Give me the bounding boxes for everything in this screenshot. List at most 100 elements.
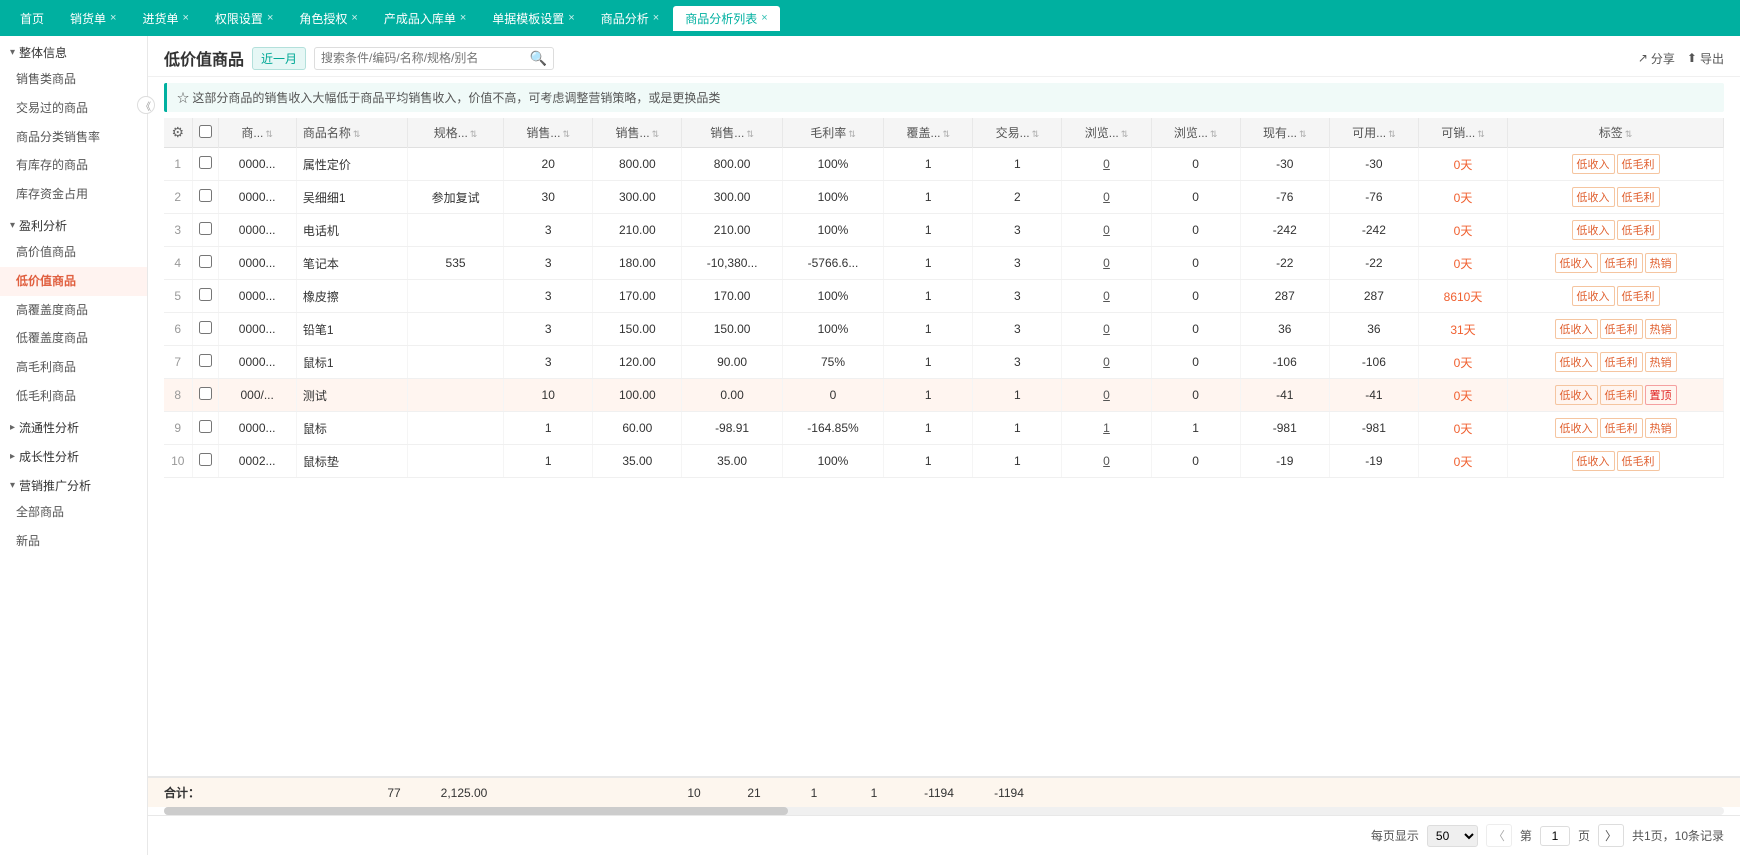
view-link[interactable]: 0 <box>1103 322 1110 336</box>
row-sale3-cell: -98.91 <box>682 412 782 445</box>
sidebar-item-traded-products[interactable]: 交易过的商品 <box>0 94 147 123</box>
nav-sales-order[interactable]: 销货单 × <box>58 6 128 31</box>
sidebar-group-overview[interactable]: ▾ 整体信息 <box>0 36 147 65</box>
view-link[interactable]: 0 <box>1103 190 1110 204</box>
row-view1-cell[interactable]: 0 <box>1062 214 1151 247</box>
sidebar-item-high-coverage[interactable]: 高覆盖度商品 <box>0 296 147 325</box>
sidebar-group-circulation[interactable]: ▸ 流通性分析 <box>0 411 147 440</box>
view-link[interactable]: 0 <box>1103 388 1110 402</box>
nav-product-warehouse[interactable]: 产成品入库单 × <box>372 6 478 31</box>
tag-label: 低收入 <box>1555 385 1598 405</box>
row-checkbox-cell[interactable] <box>192 280 218 313</box>
sidebar-group-growth[interactable]: ▸ 成长性分析 <box>0 440 147 469</box>
row-checkbox-cell[interactable] <box>192 247 218 280</box>
row-view1-cell[interactable]: 0 <box>1062 148 1151 181</box>
row-checkbox[interactable] <box>199 321 212 334</box>
share-button[interactable]: ↗ 分享 <box>1638 50 1675 67</box>
tag-label: 低毛利 <box>1600 253 1643 273</box>
nav-close-icon[interactable]: × <box>460 12 466 24</box>
row-checkbox-cell[interactable] <box>192 148 218 181</box>
sidebar-item-all-products[interactable]: 全部商品 <box>0 498 147 527</box>
row-checkbox[interactable] <box>199 387 212 400</box>
nav-purchase-order[interactable]: 进货单 × <box>130 6 200 31</box>
gear-icon[interactable]: ⚙ <box>171 124 184 140</box>
row-view1-cell[interactable]: 0 <box>1062 445 1151 478</box>
row-checkbox[interactable] <box>199 255 212 268</box>
row-checkbox[interactable] <box>199 354 212 367</box>
date-filter-button[interactable]: 近一月 <box>252 47 306 70</box>
nav-product-analysis-list[interactable]: 商品分析列表 × <box>673 6 779 31</box>
sidebar-group-marketing[interactable]: ▾ 营销推广分析 <box>0 469 147 498</box>
sidebar-item-stock-products[interactable]: 有库存的商品 <box>0 151 147 180</box>
sidebar-item-stock-capital[interactable]: 库存资金占用 <box>0 180 147 209</box>
sidebar-item-low-value[interactable]: 低价值商品 <box>0 267 147 296</box>
export-button[interactable]: ⬆ 导出 <box>1687 50 1724 67</box>
view-link[interactable]: 1 <box>1103 421 1110 435</box>
row-checkbox[interactable] <box>199 156 212 169</box>
view-link[interactable]: 0 <box>1103 289 1110 303</box>
view-link[interactable]: 0 <box>1103 157 1110 171</box>
prev-page-button[interactable]: 〈 <box>1486 824 1512 847</box>
view-link[interactable]: 0 <box>1103 256 1110 270</box>
checkbox-column-header[interactable] <box>192 118 218 148</box>
nav-close-icon[interactable]: × <box>110 12 116 24</box>
sidebar-group-profit[interactable]: ▾ 盈利分析 <box>0 209 147 238</box>
nav-close-icon[interactable]: × <box>568 12 574 24</box>
sidebar-item-low-coverage[interactable]: 低覆盖度商品 <box>0 324 147 353</box>
row-checkbox-cell[interactable] <box>192 214 218 247</box>
nav-close-icon[interactable]: × <box>653 12 659 24</box>
sidebar-item-sales-products[interactable]: 销售类商品 <box>0 65 147 94</box>
sidebar-item-category-rate[interactable]: 商品分类销售率 <box>0 123 147 152</box>
nav-permission[interactable]: 权限设置 × <box>203 6 285 31</box>
table-row: 2 0000... 吴细细1 参加复试 30 300.00 300.00 100… <box>164 181 1724 214</box>
row-view1-cell[interactable]: 0 <box>1062 181 1151 214</box>
sidebar-item-new-products[interactable]: 新品 <box>0 527 147 556</box>
row-checkbox[interactable] <box>199 189 212 202</box>
settings-column-header[interactable]: ⚙ <box>164 118 192 148</box>
row-checkbox[interactable] <box>199 288 212 301</box>
row-view1-cell[interactable]: 0 <box>1062 346 1151 379</box>
nav-home[interactable]: 首页 <box>8 6 56 31</box>
export-icon: ⬆ <box>1687 51 1697 65</box>
nav-close-icon[interactable]: × <box>761 12 767 24</box>
sidebar-item-low-margin[interactable]: 低毛利商品 <box>0 382 147 411</box>
row-view1-cell[interactable]: 0 <box>1062 247 1151 280</box>
select-all-checkbox[interactable] <box>199 125 212 138</box>
row-checkbox[interactable] <box>199 420 212 433</box>
row-checkbox-cell[interactable] <box>192 445 218 478</box>
nav-close-icon[interactable]: × <box>351 12 357 24</box>
row-view1-cell[interactable]: 1 <box>1062 412 1151 445</box>
nav-role-auth[interactable]: 角色授权 × <box>287 6 369 31</box>
view-link[interactable]: 0 <box>1103 355 1110 369</box>
row-view1-cell[interactable]: 0 <box>1062 280 1151 313</box>
row-sale1-cell: 1 <box>504 412 593 445</box>
sidebar-collapse-button[interactable]: 《 <box>137 96 155 114</box>
row-checkbox[interactable] <box>199 453 212 466</box>
row-sale2-cell: 300.00 <box>593 181 682 214</box>
nav-product-analysis[interactable]: 商品分析 × <box>589 6 671 31</box>
row-view1-cell[interactable]: 0 <box>1062 313 1151 346</box>
nav-close-icon[interactable]: × <box>267 12 273 24</box>
per-page-select[interactable]: 50 100 200 <box>1427 825 1478 847</box>
search-icon[interactable]: 🔍 <box>530 50 547 67</box>
next-page-button[interactable]: 〉 <box>1598 824 1624 847</box>
row-stock2-cell: 36 <box>1329 313 1418 346</box>
row-checkbox[interactable] <box>199 222 212 235</box>
row-checkbox-cell[interactable] <box>192 346 218 379</box>
page-input[interactable] <box>1540 826 1570 846</box>
row-view1-cell[interactable]: 0 <box>1062 379 1151 412</box>
row-checkbox-cell[interactable] <box>192 379 218 412</box>
row-stock2-cell: -22 <box>1329 247 1418 280</box>
nav-close-icon[interactable]: × <box>182 12 188 24</box>
page-end-label: 页 <box>1578 827 1590 844</box>
sidebar-item-high-value[interactable]: 高价值商品 <box>0 238 147 267</box>
view-link[interactable]: 0 <box>1103 454 1110 468</box>
row-checkbox-cell[interactable] <box>192 412 218 445</box>
row-checkbox-cell[interactable] <box>192 181 218 214</box>
footer-stock1: -1194 <box>904 786 974 800</box>
sidebar-item-high-margin[interactable]: 高毛利商品 <box>0 353 147 382</box>
view-link[interactable]: 0 <box>1103 223 1110 237</box>
search-input[interactable] <box>321 51 526 65</box>
row-checkbox-cell[interactable] <box>192 313 218 346</box>
nav-template-settings[interactable]: 单据模板设置 × <box>480 6 586 31</box>
